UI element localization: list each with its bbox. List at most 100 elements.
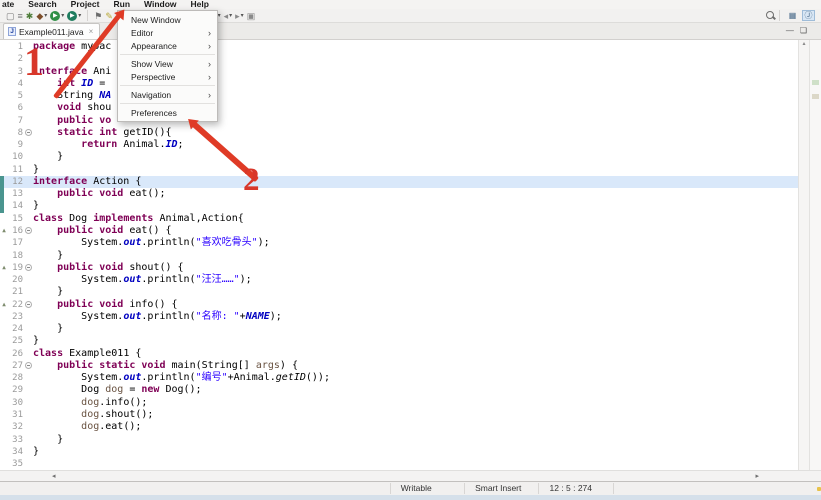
code-text[interactable]: class Example011 {: [33, 348, 798, 360]
line-number[interactable]: 19: [8, 262, 23, 274]
code-line-22[interactable]: ▲22 public void info() {: [0, 299, 798, 311]
code-line-19[interactable]: ▲19 public void shout() {: [0, 262, 798, 274]
line-number[interactable]: 22: [8, 299, 23, 311]
menu-item-new-window[interactable]: New Window: [118, 13, 217, 26]
code-text[interactable]: }: [33, 446, 798, 458]
line-number[interactable]: 26: [8, 348, 23, 360]
code-text[interactable]: public static void main(String[] args) {: [33, 360, 798, 372]
horizontal-scrollbar[interactable]: ◂ ▸: [0, 470, 821, 481]
code-line-15[interactable]: 15class Dog implements Animal,Action{: [0, 213, 798, 225]
code-text[interactable]: }: [33, 200, 798, 212]
back-icon[interactable]: ◂▾: [224, 10, 233, 22]
code-text[interactable]: return Animal.ID;: [33, 139, 798, 151]
fold-collapse-icon[interactable]: [23, 225, 33, 237]
line-number[interactable]: 9: [8, 139, 23, 151]
code-text[interactable]: dog.info();: [33, 397, 798, 409]
line-number[interactable]: 25: [8, 335, 23, 347]
code-line-11[interactable]: 11}: [0, 164, 798, 176]
code-line-8[interactable]: 8 static int getID(){: [0, 127, 798, 139]
code-line-16[interactable]: ▲16 public void eat() {: [0, 225, 798, 237]
line-number[interactable]: 6: [8, 102, 23, 114]
line-number[interactable]: 35: [8, 458, 23, 470]
code-text[interactable]: System.out.println("编号"+Animal.getID());: [33, 372, 798, 384]
line-number[interactable]: 1: [8, 41, 23, 53]
line-number[interactable]: 14: [8, 200, 23, 212]
code-line-18[interactable]: 18 }: [0, 250, 798, 262]
line-number[interactable]: 3: [8, 66, 23, 78]
task-icon[interactable]: ⚑: [94, 10, 102, 22]
code-line-29[interactable]: 29 Dog dog = new Dog();: [0, 384, 798, 396]
code-line-20[interactable]: 20 System.out.println("汪汪……");: [0, 274, 798, 286]
code-line-17[interactable]: 17 System.out.println("喜欢吃骨头");: [0, 237, 798, 249]
code-text[interactable]: interface Action {: [33, 176, 798, 188]
code-text[interactable]: }: [33, 323, 798, 335]
coverage-icon[interactable]: ◆▾: [36, 10, 47, 22]
code-line-25[interactable]: 25}: [0, 335, 798, 347]
code-line-12[interactable]: 12interface Action {: [0, 176, 798, 188]
code-text[interactable]: System.out.println("名称: "+NAME);: [33, 311, 798, 323]
code-line-27[interactable]: 27 public static void main(String[] args…: [0, 360, 798, 372]
line-number[interactable]: 4: [8, 78, 23, 90]
fold-collapse-icon[interactable]: [23, 262, 33, 274]
line-number[interactable]: 16: [8, 225, 23, 237]
forward-icon[interactable]: ▸▾: [235, 10, 244, 22]
code-line-13[interactable]: 13 public void eat();: [0, 188, 798, 200]
scroll-up-icon[interactable]: ▴: [802, 41, 805, 47]
line-number[interactable]: 13: [8, 188, 23, 200]
code-text[interactable]: [33, 458, 798, 470]
code-text[interactable]: }: [33, 286, 798, 298]
scroll-left-icon[interactable]: ◂: [52, 472, 56, 480]
code-text[interactable]: dog.shout();: [33, 409, 798, 421]
line-number[interactable]: 5: [8, 90, 23, 102]
line-number[interactable]: 7: [8, 115, 23, 127]
menu-search[interactable]: Search: [28, 0, 56, 9]
code-text[interactable]: }: [33, 164, 798, 176]
line-number[interactable]: 15: [8, 213, 23, 225]
run-icon[interactable]: ▶▾: [50, 10, 64, 22]
line-number[interactable]: 20: [8, 274, 23, 286]
code-text[interactable]: }: [33, 151, 798, 163]
line-number[interactable]: 10: [8, 151, 23, 163]
line-number[interactable]: 2: [8, 53, 23, 65]
line-number[interactable]: 29: [8, 384, 23, 396]
code-line-10[interactable]: 10 }: [0, 151, 798, 163]
line-number[interactable]: 32: [8, 421, 23, 433]
debug-icon[interactable]: ✱: [26, 10, 34, 22]
code-text[interactable]: public void eat();: [33, 188, 798, 200]
code-text[interactable]: }: [33, 335, 798, 347]
menu-item-appearance[interactable]: Appearance›: [118, 39, 217, 52]
fold-collapse-icon[interactable]: [25, 129, 32, 136]
code-line-35[interactable]: 35: [0, 458, 798, 470]
code-line-30[interactable]: 30 dog.info();: [0, 397, 798, 409]
code-line-33[interactable]: 33 }: [0, 434, 798, 446]
line-number[interactable]: 28: [8, 372, 23, 384]
fold-collapse-icon[interactable]: [25, 301, 32, 308]
menu-help[interactable]: Help: [191, 0, 209, 9]
code-text[interactable]: }: [33, 434, 798, 446]
fold-collapse-icon[interactable]: [25, 227, 32, 234]
fold-collapse-icon[interactable]: [25, 264, 32, 271]
code-text[interactable]: System.out.println("喜欢吃骨头");: [33, 237, 798, 249]
code-line-34[interactable]: 34}: [0, 446, 798, 458]
code-line-9[interactable]: 9 return Animal.ID;: [0, 139, 798, 151]
code-line-31[interactable]: 31 dog.shout();: [0, 409, 798, 421]
code-text[interactable]: static int getID(){: [33, 127, 798, 139]
dropdown-caret-icon[interactable]: ▾: [241, 10, 244, 22]
fold-collapse-icon[interactable]: [23, 127, 33, 139]
open-perspective-icon[interactable]: ▦: [786, 10, 799, 21]
code-line-14[interactable]: 14}: [0, 200, 798, 212]
line-number[interactable]: 17: [8, 237, 23, 249]
run-external-icon[interactable]: ▶▾: [67, 10, 81, 22]
close-icon[interactable]: ×: [89, 27, 94, 36]
vertical-scrollbar[interactable]: ▴: [798, 40, 809, 470]
line-number[interactable]: 23: [8, 311, 23, 323]
code-line-24[interactable]: 24 }: [0, 323, 798, 335]
save-all-icon[interactable]: ≡: [18, 10, 23, 22]
dropdown-caret-icon[interactable]: ▾: [218, 10, 221, 22]
code-text[interactable]: System.out.println("汪汪……");: [33, 274, 798, 286]
new-wizard-icon[interactable]: ▢: [6, 10, 15, 22]
menu-item-navigation[interactable]: Navigation›: [118, 88, 217, 101]
search-icon[interactable]: [766, 11, 775, 20]
dropdown-caret-icon[interactable]: ▾: [44, 10, 47, 22]
menu-item-preferences[interactable]: Preferences: [118, 106, 217, 119]
